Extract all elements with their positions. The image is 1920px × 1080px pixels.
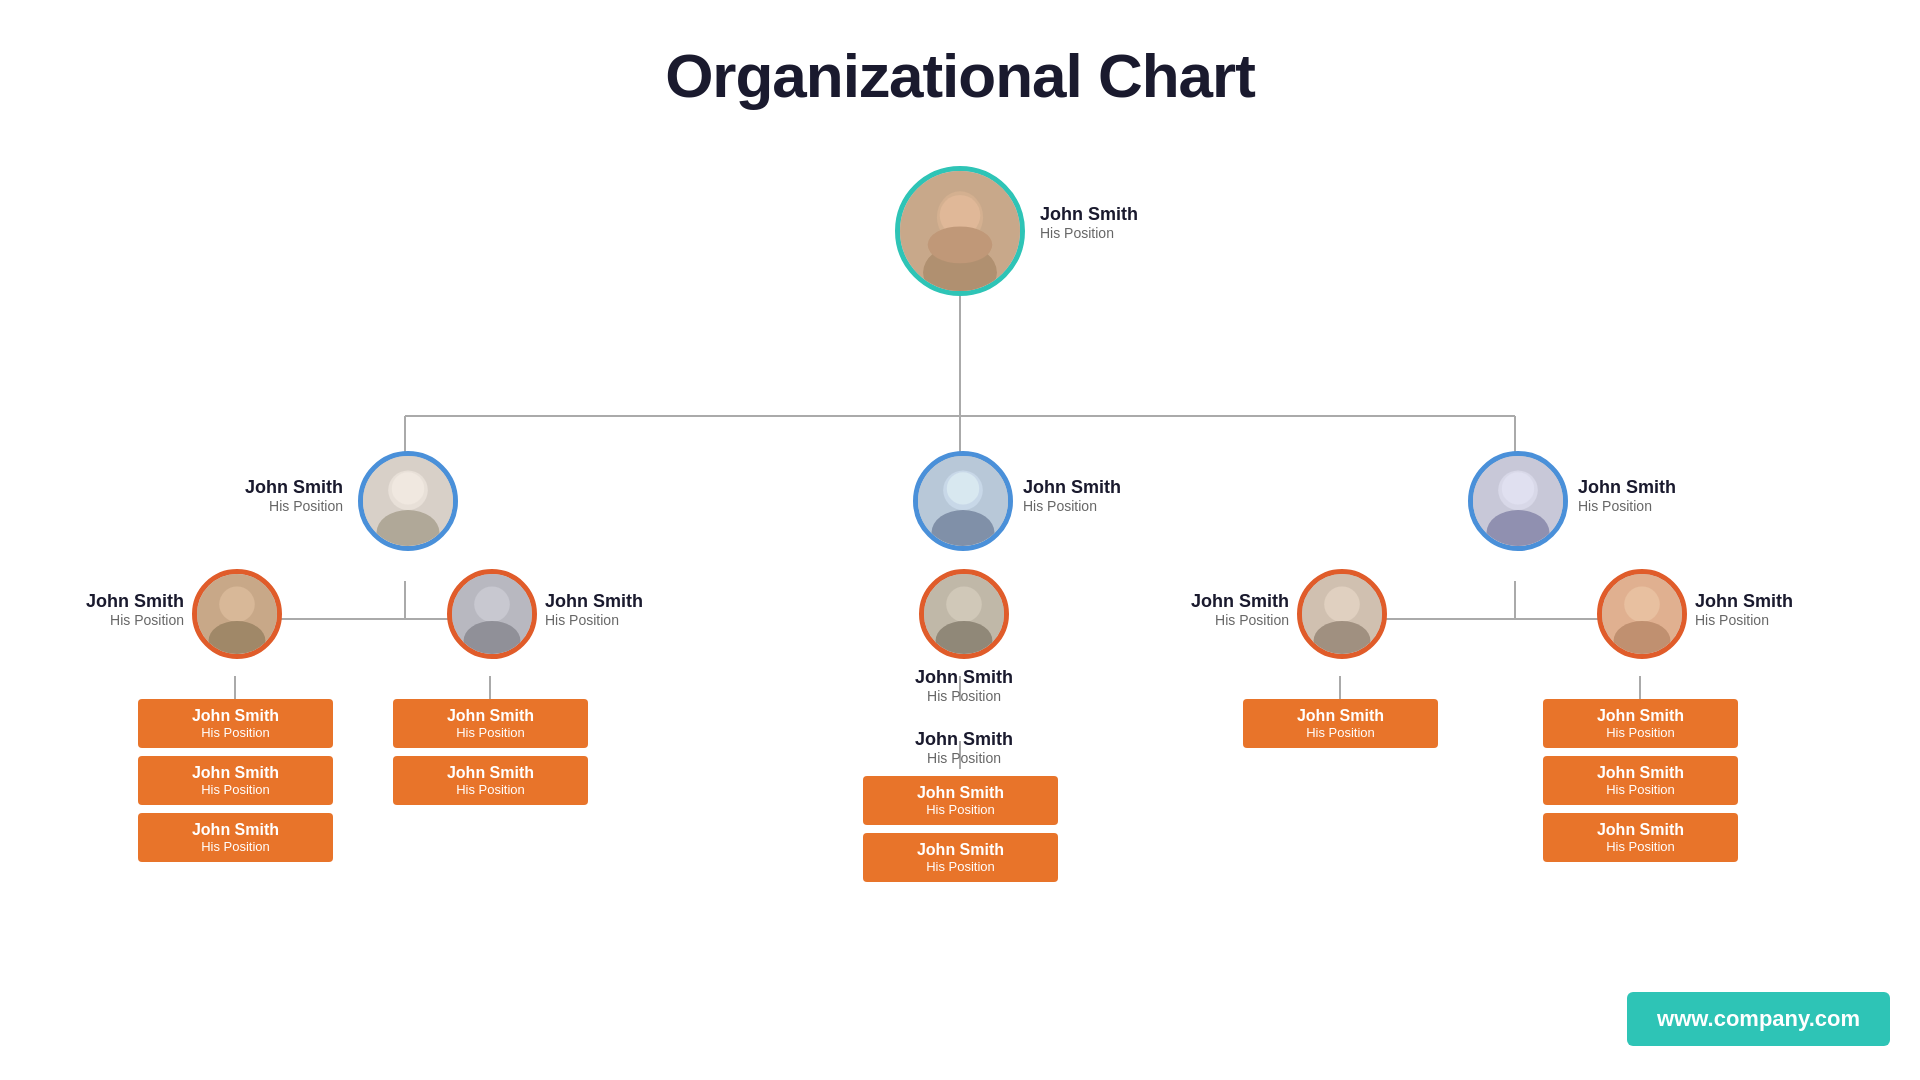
l2-left-node: John Smith His Position [358,451,458,551]
svg-point-45 [946,586,982,622]
card-ll-1: John Smith His Position [138,699,333,748]
website-badge: www.company.com [1627,992,1890,1046]
l3-ll-avatar [192,569,282,659]
cards-rl: John Smith His Position [1243,699,1438,748]
card-ll-3: John Smith His Position [138,813,333,862]
l3-mid-sub-node: John Smith His Position [915,721,1013,772]
card-mid-1: John Smith His Position [863,776,1058,825]
page-title: Organizational Chart [0,0,1920,111]
card-lr-1: John Smith His Position [393,699,588,748]
svg-point-39 [219,586,255,622]
l3-rl-node: John Smith His Position [1297,569,1387,659]
l3-mid-node: John Smith His Position [915,569,1013,704]
svg-point-29 [392,472,424,504]
svg-point-37 [1502,472,1534,504]
card-rl-1: John Smith His Position [1243,699,1438,748]
ceo-node: John Smith His Position [895,166,1025,296]
svg-point-51 [1624,586,1660,622]
l2-mid-avatar [913,451,1013,551]
cards-mid: John Smith His Position John Smith His P… [863,776,1058,882]
l3-ll-node: John Smith His Position [192,569,282,659]
l3-lr-node: John Smith His Position [447,569,537,659]
l3-mid-avatar [919,569,1009,659]
ceo-avatar [895,166,1025,296]
cards-ll: John Smith His Position John Smith His P… [138,699,333,862]
l3-lr-avatar [447,569,537,659]
svg-point-48 [1324,586,1360,622]
l3-rr-node: John Smith His Position [1597,569,1687,659]
card-ll-2: John Smith His Position [138,756,333,805]
cards-lr: John Smith His Position John Smith His P… [393,699,588,805]
l3-rl-avatar [1297,569,1387,659]
cards-rr: John Smith His Position John Smith His P… [1543,699,1738,862]
l2-mid-node: John Smith His Position [913,451,1013,551]
l3-rr-avatar [1597,569,1687,659]
card-mid-2: John Smith His Position [863,833,1058,882]
svg-point-42 [474,586,510,622]
card-rr-3: John Smith His Position [1543,813,1738,862]
card-rr-2: John Smith His Position [1543,756,1738,805]
l2-left-avatar [358,451,458,551]
card-lr-2: John Smith His Position [393,756,588,805]
svg-point-25 [928,226,993,263]
l2-right-node: John Smith His Position [1468,451,1568,551]
svg-point-33 [947,472,979,504]
l2-right-avatar [1468,451,1568,551]
card-rr-1: John Smith His Position [1543,699,1738,748]
